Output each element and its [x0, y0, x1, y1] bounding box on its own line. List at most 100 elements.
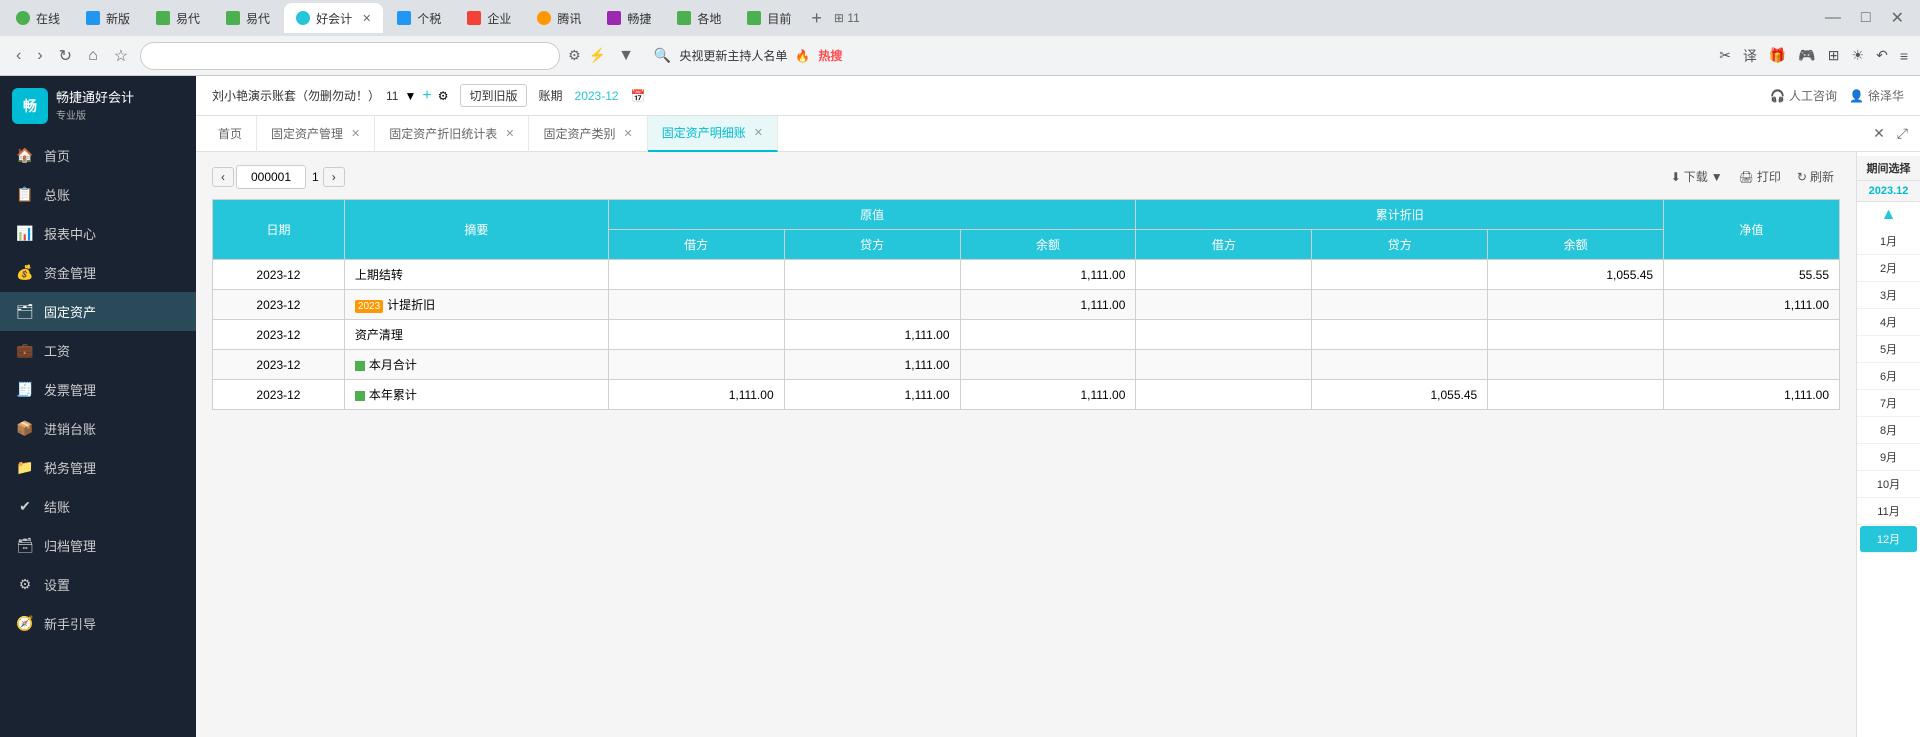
tab-more-button[interactable]: ⊞ 11	[834, 11, 860, 25]
period-month-item[interactable]: 2月	[1857, 255, 1920, 282]
browser-tab-7[interactable]: 企业	[455, 3, 523, 33]
bookmark-button[interactable]: ☆	[110, 42, 132, 70]
tab-asset-category-close[interactable]: ✕	[624, 127, 633, 140]
sidebar-item-sales[interactable]: 📦 进销台账	[0, 409, 196, 448]
tab-asset-detail[interactable]: 固定资产明细账 ✕	[648, 116, 778, 152]
tab-label-5: 好会计	[316, 10, 352, 27]
tab-label-6: 个税	[417, 10, 441, 27]
tab-close-5[interactable]: ✕	[362, 12, 371, 25]
browser-tab-1[interactable]: 在线	[4, 3, 72, 33]
period-month-item[interactable]: 12月	[1860, 526, 1917, 553]
period-month-item[interactable]: 5月	[1857, 336, 1920, 363]
tab-collapse-button[interactable]: ✕	[1869, 121, 1889, 146]
period-month-item[interactable]: 3月	[1857, 282, 1920, 309]
sidebar-item-assets[interactable]: 🗂 固定资产	[0, 292, 196, 331]
browser-tab-2[interactable]: 新版	[74, 3, 142, 33]
forward-button[interactable]: ›	[33, 43, 46, 69]
tab-home-label: 首页	[218, 125, 242, 142]
cell-dep-balance: 1,055.45	[1488, 260, 1664, 290]
sidebar-item-payroll[interactable]: 💼 工资	[0, 331, 196, 370]
sidebar-nav: 🏠 首页 📋 总账 📊 报表中心 💰 资金管理 🗂 固定资产 💼 工资	[0, 136, 196, 737]
download-icon: ⬇	[1671, 170, 1681, 184]
browser-tab-5[interactable]: 好会计 ✕	[284, 3, 383, 33]
next-page-button[interactable]: ›	[323, 167, 345, 187]
period-month-item[interactable]: 8月	[1857, 417, 1920, 444]
tab-home[interactable]: 首页	[204, 116, 257, 152]
tab-favicon-4	[226, 11, 240, 25]
browser-tab-4[interactable]: 易代	[214, 3, 282, 33]
tab-depreciation-table-close[interactable]: ✕	[505, 127, 514, 140]
period-month-item[interactable]: 9月	[1857, 444, 1920, 471]
address-input[interactable]: https://cloud.chanjet.com/accounting/uw1…	[140, 42, 560, 70]
tab-fixed-asset-mgmt[interactable]: 固定资产管理 ✕	[257, 116, 375, 152]
user-button[interactable]: 👤 徐泽华	[1849, 87, 1904, 104]
period-month-item[interactable]: 1月	[1857, 228, 1920, 255]
switch-version-button[interactable]: 切到旧版	[460, 84, 526, 107]
period-month-item[interactable]: 4月	[1857, 309, 1920, 336]
tab-asset-detail-label: 固定资产明细账	[662, 124, 746, 141]
period-month-item[interactable]: 11月	[1857, 498, 1920, 525]
cell-dep-balance	[1488, 380, 1664, 410]
address-dropdown[interactable]: ▼	[614, 43, 638, 69]
close-window-button[interactable]: ✕	[1887, 4, 1908, 32]
sidebar-item-settle[interactable]: ✔ 结账	[0, 487, 196, 526]
tab-expand-button[interactable]: ⤢	[1893, 121, 1912, 146]
account-dropdown[interactable]: ▼	[404, 89, 416, 103]
sidebar-item-funds[interactable]: 💰 资金管理	[0, 253, 196, 292]
page-input[interactable]	[236, 165, 306, 189]
browser-tab-9[interactable]: 畅捷	[595, 3, 663, 33]
cell-dep-debit	[1136, 380, 1312, 410]
table-row: 2023-12 上期结转 1,111.00 1,055.45 55.55	[213, 260, 1840, 290]
sidebar-item-ledger[interactable]: 📋 总账	[0, 175, 196, 214]
home-button[interactable]: ⌂	[84, 43, 102, 69]
tab-asset-detail-close[interactable]: ✕	[754, 126, 763, 139]
period-month-item[interactable]: 7月	[1857, 390, 1920, 417]
print-button[interactable]: 🖨 打印	[1733, 164, 1787, 189]
maximize-button[interactable]: □	[1857, 5, 1875, 31]
period-month-item[interactable]: 10月	[1857, 471, 1920, 498]
reload-button[interactable]: ↻	[55, 42, 76, 70]
cell-date: 2023-12	[213, 350, 345, 380]
calendar-icon[interactable]: 📅	[631, 89, 646, 103]
browser-tab-3[interactable]: 易代	[144, 3, 212, 33]
browser-tab-11[interactable]: 目前	[735, 3, 803, 33]
cell-orig-debit: 1,111.00	[608, 380, 784, 410]
settings-account-button[interactable]: ⚙	[438, 89, 449, 103]
cell-orig-credit: 1,111.00	[784, 320, 960, 350]
sidebar-item-reports[interactable]: 📊 报表中心	[0, 214, 196, 253]
period-scroll-up[interactable]: ▲	[1857, 202, 1920, 228]
period-month-item[interactable]: 6月	[1857, 363, 1920, 390]
tab-fixed-asset-mgmt-close[interactable]: ✕	[351, 127, 360, 140]
col-orig-debit: 借方	[608, 230, 784, 260]
cell-dep-debit	[1136, 350, 1312, 380]
tab-label-7: 企业	[487, 10, 511, 27]
download-button[interactable]: ⬇ 下载 ▼	[1665, 164, 1729, 189]
sidebar-label-tax: 税务管理	[44, 458, 96, 477]
browser-tab-10[interactable]: 各地	[665, 3, 733, 33]
prev-page-button[interactable]: ‹	[212, 167, 234, 187]
tab-depreciation-table[interactable]: 固定资产折旧统计表 ✕	[375, 116, 529, 152]
refresh-button[interactable]: ↻ 刷新	[1791, 164, 1840, 189]
tab-asset-category[interactable]: 固定资产类别 ✕	[529, 116, 647, 152]
content-tab-bar: 首页 固定资产管理 ✕ 固定资产折旧统计表 ✕ 固定资产类别 ✕ 固定资产明细账…	[196, 116, 1920, 152]
sidebar-item-tax[interactable]: 📁 税务管理	[0, 448, 196, 487]
sidebar-item-settings[interactable]: ⚙ 设置	[0, 565, 196, 604]
sidebar-label-invoice: 发票管理	[44, 380, 96, 399]
browser-tab-6[interactable]: 个税	[385, 3, 453, 33]
back-button[interactable]: ‹	[12, 43, 25, 69]
cell-dep-balance	[1488, 290, 1664, 320]
service-button[interactable]: 🎧 人工咨询	[1770, 87, 1837, 104]
add-account-button[interactable]: +	[422, 87, 431, 105]
hot-search-text: 热搜	[818, 47, 842, 64]
period-header-date: 2023.12	[1857, 181, 1920, 202]
cell-orig-credit: 1,111.00	[784, 380, 960, 410]
hot-search-label: 🔥	[795, 49, 810, 63]
browser-tab-8[interactable]: 腾讯	[525, 3, 593, 33]
minimize-button[interactable]: —	[1821, 5, 1845, 31]
new-tab-button[interactable]: +	[805, 8, 828, 29]
sidebar-item-home[interactable]: 🏠 首页	[0, 136, 196, 175]
sidebar-label-assets: 固定资产	[44, 302, 96, 321]
sidebar-item-invoice[interactable]: 🧾 发票管理	[0, 370, 196, 409]
sidebar-item-archive[interactable]: 🗃 归档管理	[0, 526, 196, 565]
sidebar-item-guide[interactable]: 🧭 新手引导	[0, 604, 196, 643]
